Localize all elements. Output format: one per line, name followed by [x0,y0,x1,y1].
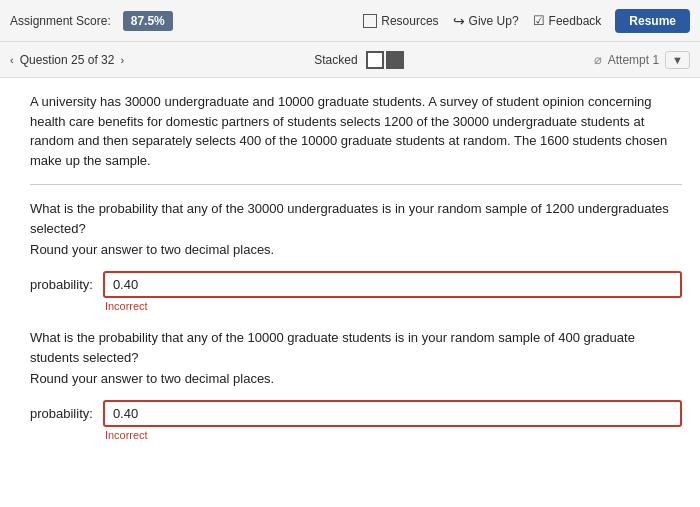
stacked-icons [366,51,404,69]
resources-button[interactable]: Resources [363,14,438,28]
question-nav: ‹ Question 25 of 32 › [10,53,124,67]
resources-label: Resources [381,14,438,28]
stacked-label: Stacked [314,53,357,67]
question-bar-center: Stacked [124,51,594,69]
q1-question: What is the probability that any of the … [30,199,682,238]
top-bar: Assignment Score: 87.5% Resources ↪ Give… [0,0,700,42]
feedback-icon: ☑ [533,13,545,28]
main-content: A university has 30000 undergraduate and… [0,78,700,507]
attempt-dropdown-button[interactable]: ▼ [665,51,690,69]
giveup-button[interactable]: ↪ Give Up? [453,13,519,29]
q2-answer-row: probability: Incorrect [30,400,682,441]
question-bar-right: ⌀ Attempt 1 ▼ [594,51,690,69]
attempt-slash-icon: ⌀ [594,52,602,67]
q1-answer-block: Incorrect [103,271,682,312]
q1-input-wrap [103,271,682,298]
resources-box-icon [363,14,377,28]
q1-incorrect-label: Incorrect [105,300,682,312]
q2-input[interactable] [113,406,672,421]
q2-round-note: Round your answer to two decimal places. [30,371,682,386]
problem-text: A university has 30000 undergraduate and… [30,92,682,170]
feedback-label: Feedback [549,14,602,28]
top-bar-actions: Resources ↪ Give Up? ☑ Feedback Resume [363,9,690,33]
feedback-button[interactable]: ☑ Feedback [533,13,602,28]
giveup-label: Give Up? [469,14,519,28]
question-counter: Question 25 of 32 [20,53,115,67]
attempt-label: Attempt 1 [608,53,659,67]
q1-answer-row: probability: Incorrect [30,271,682,312]
q1-round-note: Round your answer to two decimal places. [30,242,682,257]
q2-input-wrap [103,400,682,427]
stacked-box-2[interactable] [386,51,404,69]
divider-1 [30,184,682,185]
prev-question-button[interactable]: ‹ [10,54,14,66]
q1-input[interactable] [113,277,672,292]
giveup-arrow-icon: ↪ [453,13,465,29]
question-bar: ‹ Question 25 of 32 › Stacked ⌀ Attempt … [0,42,700,78]
q2-incorrect-label: Incorrect [105,429,682,441]
resume-button[interactable]: Resume [615,9,690,33]
q1-probability-label: probability: [30,271,93,292]
q2-answer-block: Incorrect [103,400,682,441]
score-badge: 87.5% [123,11,173,31]
q2-probability-label: probability: [30,400,93,421]
q2-question: What is the probability that any of the … [30,328,682,367]
stacked-box-1[interactable] [366,51,384,69]
assignment-label: Assignment Score: [10,14,111,28]
